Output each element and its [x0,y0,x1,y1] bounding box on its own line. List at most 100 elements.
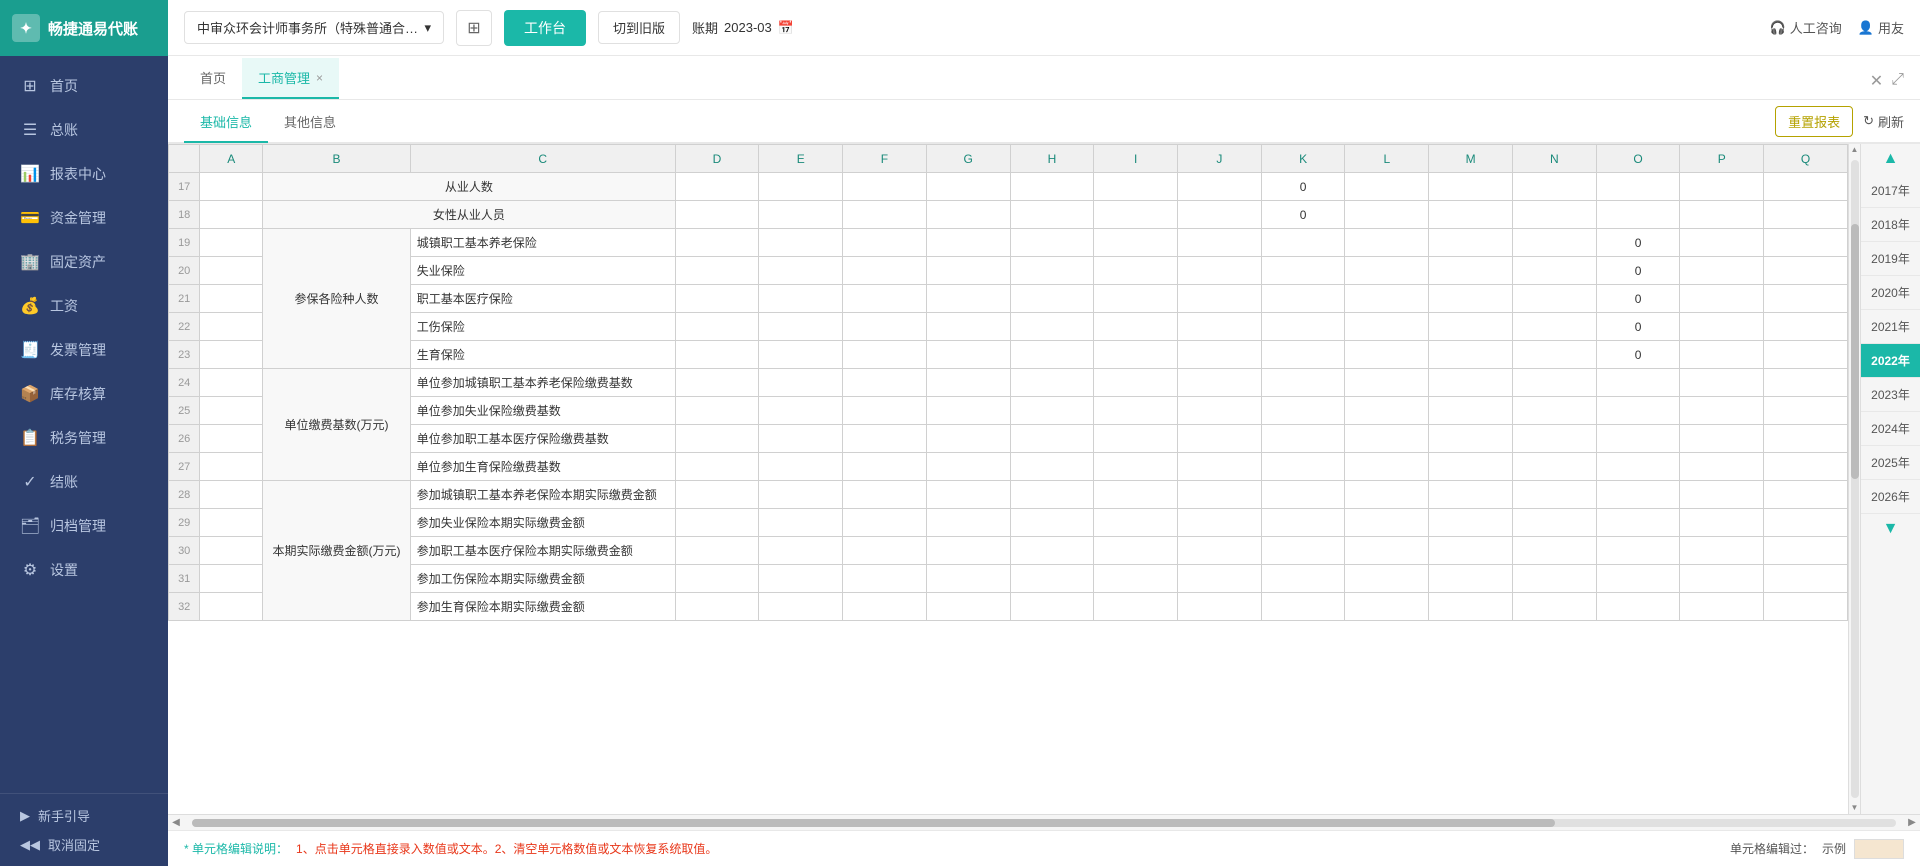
cell-o[interactable] [1596,397,1680,425]
cell-i[interactable] [1094,565,1178,593]
cell-k[interactable]: 0 [1261,173,1345,201]
cell-c[interactable]: 参加职工基本医疗保险本期实际缴费金额 [410,537,675,565]
year-item[interactable]: 2024年 [1861,412,1920,446]
cell-q[interactable] [1764,425,1848,453]
cell-q[interactable] [1764,229,1848,257]
scroll-up-btn[interactable]: ▲ [1849,144,1861,156]
sidebar-item-settings[interactable]: ⚙ 设置 [0,548,168,592]
cell-k[interactable] [1261,537,1345,565]
cell-j[interactable] [1178,201,1262,229]
cell-e[interactable] [759,341,843,369]
cell-f[interactable] [843,341,927,369]
cell-a[interactable] [200,509,263,537]
cell-n[interactable] [1512,537,1596,565]
reset-report-button[interactable]: 重置报表 [1775,106,1853,137]
cell-i[interactable] [1094,369,1178,397]
cell-f[interactable] [843,313,927,341]
user-item[interactable]: 👤 用友 [1858,18,1904,37]
cell-h[interactable] [1010,201,1094,229]
cell-i[interactable] [1094,453,1178,481]
cell-d[interactable] [675,257,759,285]
cell-i[interactable] [1094,397,1178,425]
cell-a[interactable] [200,201,263,229]
cell-c[interactable]: 参加工伤保险本期实际缴费金额 [410,565,675,593]
company-selector[interactable]: 中审众环会计师事务所（特殊普通合伙... ▾ [184,11,444,44]
cell-n[interactable] [1512,425,1596,453]
cell-p[interactable] [1680,369,1764,397]
cell-g[interactable] [926,593,1010,621]
cell-o[interactable]: 0 [1596,285,1680,313]
cell-o[interactable]: 0 [1596,341,1680,369]
cell-d[interactable] [675,453,759,481]
workbench-button[interactable]: 工作台 [504,10,586,46]
cell-b-merged[interactable]: 参保各险种人数 [263,229,411,369]
cell-h[interactable] [1010,537,1094,565]
cell-m[interactable] [1429,565,1513,593]
cell-p[interactable] [1680,593,1764,621]
cell-o[interactable] [1596,201,1680,229]
cell-h[interactable] [1010,425,1094,453]
cell-e[interactable] [759,313,843,341]
cell-f[interactable] [843,257,927,285]
cell-b-merged[interactable]: 单位缴费基数(万元) [263,369,411,481]
cell-n[interactable] [1512,509,1596,537]
sidebar-item-salary[interactable]: 💰 工资 [0,284,168,328]
cell-p[interactable] [1680,537,1764,565]
cell-g[interactable] [926,341,1010,369]
cell-l[interactable] [1345,229,1429,257]
year-item[interactable]: 2023年 [1861,378,1920,412]
cell-c[interactable]: 参加城镇职工基本养老保险本期实际缴费金额 [410,481,675,509]
refresh-button[interactable]: ↻ 刷新 [1863,112,1904,131]
cell-p[interactable] [1680,565,1764,593]
cell-q[interactable] [1764,565,1848,593]
company-menu-button[interactable]: ⊞ [456,10,492,46]
cell-c[interactable]: 单位参加失业保险缴费基数 [410,397,675,425]
year-item[interactable]: 2021年 [1861,310,1920,344]
cell-i[interactable] [1094,313,1178,341]
cell-n[interactable] [1512,565,1596,593]
cell-l[interactable] [1345,425,1429,453]
cell-l[interactable] [1345,537,1429,565]
sidebar-item-tax[interactable]: 📋 税务管理 [0,416,168,460]
cell-k[interactable] [1261,341,1345,369]
cell-m[interactable] [1429,229,1513,257]
cell-k[interactable] [1261,481,1345,509]
cell-c[interactable]: 职工基本医疗保险 [410,285,675,313]
cell-m[interactable] [1429,481,1513,509]
cell-o[interactable] [1596,425,1680,453]
cell-q[interactable] [1764,481,1848,509]
cell-h[interactable] [1010,257,1094,285]
cell-e[interactable] [759,453,843,481]
cell-n[interactable] [1512,173,1596,201]
cell-d[interactable] [675,537,759,565]
cell-p[interactable] [1680,313,1764,341]
cell-c[interactable]: 单位参加城镇职工基本养老保险缴费基数 [410,369,675,397]
cell-a[interactable] [200,481,263,509]
cell-k[interactable] [1261,285,1345,313]
cell-c[interactable]: 单位参加职工基本医疗保险缴费基数 [410,425,675,453]
cell-q[interactable] [1764,453,1848,481]
cell-a[interactable] [200,565,263,593]
cell-e[interactable] [759,285,843,313]
cell-a[interactable] [200,537,263,565]
cell-j[interactable] [1178,565,1262,593]
cell-m[interactable] [1429,341,1513,369]
cell-n[interactable] [1512,397,1596,425]
cell-a[interactable] [200,341,263,369]
cell-g[interactable] [926,173,1010,201]
cell-i[interactable] [1094,201,1178,229]
cell-e[interactable] [759,593,843,621]
cell-f[interactable] [843,593,927,621]
cell-f[interactable] [843,481,927,509]
cell-o[interactable] [1596,173,1680,201]
cell-q[interactable] [1764,397,1848,425]
cell-h[interactable] [1010,313,1094,341]
cell-k[interactable]: 0 [1261,201,1345,229]
cell-q[interactable] [1764,201,1848,229]
cell-p[interactable] [1680,481,1764,509]
cell-k[interactable] [1261,453,1345,481]
cell-g[interactable] [926,425,1010,453]
cell-o[interactable] [1596,369,1680,397]
cell-f[interactable] [843,285,927,313]
cell-g[interactable] [926,313,1010,341]
